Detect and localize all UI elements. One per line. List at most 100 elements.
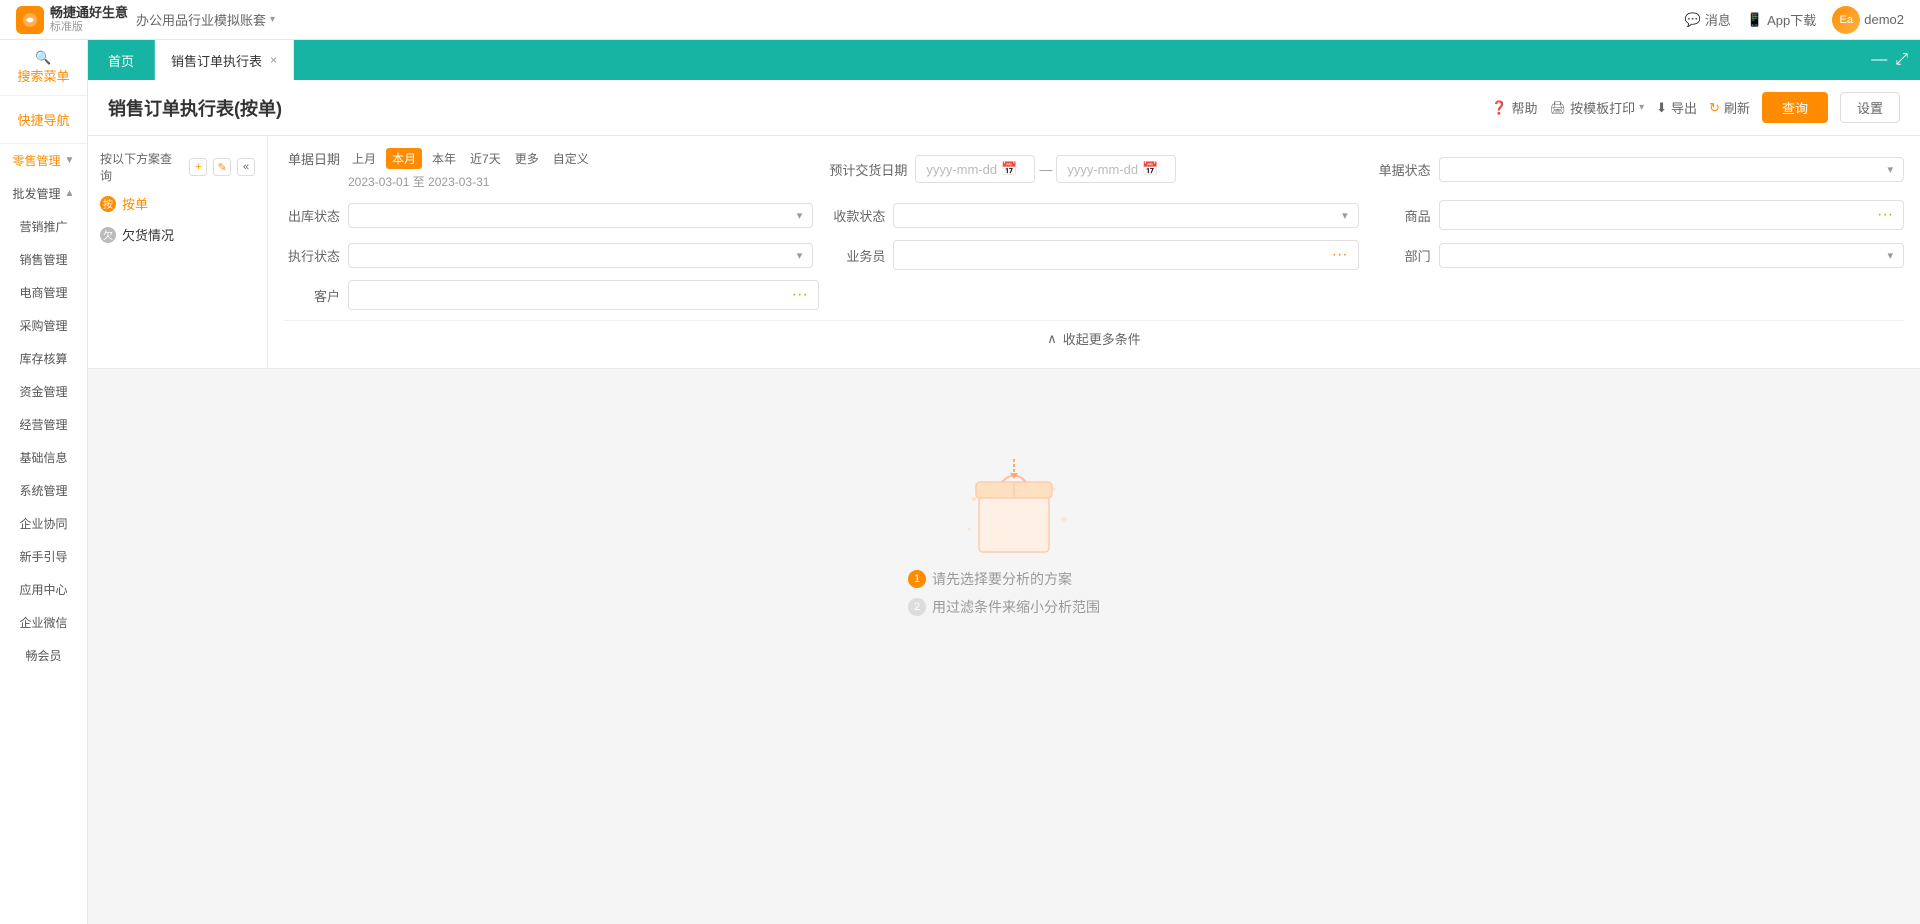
edit-scheme-button[interactable]: ✎ [213, 158, 231, 176]
sidebar-item-wholesale[interactable]: 批发管理 ▲ [0, 177, 87, 210]
sidebar-item-inventory[interactable]: 库存核算 [0, 342, 87, 375]
bill-status-label: 单据状态 [1375, 160, 1431, 179]
settings-button[interactable]: 设置 [1840, 92, 1900, 123]
search-label: 搜索菜单 [8, 66, 79, 85]
expected-date-control[interactable]: yyyy-mm-dd 📅 — yyyy-mm-dd 📅 [915, 155, 1176, 183]
sidebar-item-finance-label: 资金管理 [19, 383, 67, 400]
sidebar-quick-nav-title[interactable]: 快捷导航 [0, 104, 87, 135]
collect-status-label: 收款状态 [829, 206, 885, 225]
expected-date-from-text: yyyy-mm-dd [926, 162, 997, 177]
date-range-text: 2023-03-01 至 2023-03-31 [348, 173, 489, 190]
print-button[interactable]: 🖨 按模板打印 ▾ [1550, 98, 1645, 117]
salesman-dots-icon[interactable]: ··· [1332, 246, 1348, 264]
date-tab-this-year[interactable]: 本年 [428, 148, 460, 169]
refresh-button[interactable]: ↻ 刷新 [1709, 98, 1750, 117]
customer-dots-icon[interactable]: ··· [792, 286, 808, 304]
app-download-action[interactable]: 📱 App下载 [1747, 10, 1816, 29]
expected-date-from[interactable]: yyyy-mm-dd 📅 [915, 155, 1035, 183]
sidebar-item-enterprise-collab[interactable]: 企业协同 [0, 507, 87, 540]
empty-state: 1 请先选择要分析的方案 2 用过滤条件来缩小分析范围 [88, 369, 1920, 705]
sidebar-item-enterprise-collab-label: 企业协同 [19, 515, 67, 532]
filter-row-1: 单据日期 上月 本月 本年 近7天 更多 自定义 [284, 148, 1904, 190]
export-icon: ⬇ [1656, 100, 1667, 116]
product-control[interactable]: ··· [1439, 200, 1904, 230]
user-name: demo2 [1864, 12, 1904, 27]
sidebar-item-marketing-label: 营销推广 [19, 218, 67, 235]
collect-status-control[interactable]: ▾ [893, 203, 1358, 228]
tab-active[interactable]: 销售订单执行表 × [155, 40, 294, 80]
print-chevron-icon: ▾ [1639, 102, 1644, 113]
sidebar-item-system[interactable]: 系统管理 [0, 474, 87, 507]
export-button[interactable]: ⬇ 导出 [1656, 98, 1697, 117]
tab-home[interactable]: 首页 [88, 40, 155, 80]
sidebar-search[interactable]: 🔍 搜索菜单 [0, 40, 87, 96]
filter-field-bill-status: 单据状态 ▾ [1375, 157, 1904, 182]
expected-date-to[interactable]: yyyy-mm-dd 📅 [1056, 155, 1176, 183]
main-layout: 🔍 搜索菜单 快捷导航 零售管理 ▼ 批发管理 ▲ 营销推广 销售管理 电商管理… [0, 40, 1920, 924]
scheme-item-shortage[interactable]: 欠 欠货情况 [88, 219, 267, 250]
empty-text: 1 请先选择要分析的方案 2 用过滤条件来缩小分析范围 [908, 569, 1100, 625]
refresh-label: 刷新 [1724, 98, 1750, 117]
date-tab-this-month[interactable]: 本月 [386, 148, 422, 169]
sidebar-item-sales[interactable]: 销售管理 [0, 243, 87, 276]
sidebar-item-member[interactable]: 畅会员 [0, 639, 87, 672]
empty-tip-1: 1 请先选择要分析的方案 [908, 569, 1100, 589]
scheme-label-by-order: 按单 [122, 194, 148, 213]
date-tab-more[interactable]: 更多 [511, 148, 543, 169]
bill-status-chevron-icon: ▾ [1887, 163, 1893, 176]
date-tab-custom[interactable]: 自定义 [549, 148, 593, 169]
avatar: Ea [1832, 6, 1860, 34]
salesman-control[interactable]: ··· [893, 240, 1358, 270]
sidebar-quick-nav: 快捷导航 [0, 96, 87, 144]
sidebar-item-finance[interactable]: 资金管理 [0, 375, 87, 408]
query-button[interactable]: 查询 [1762, 92, 1828, 123]
sidebar-item-beginner[interactable]: 新手引导 [0, 540, 87, 573]
customer-control[interactable]: ··· [348, 280, 819, 310]
sidebar-item-marketing[interactable]: 营销推广 [0, 210, 87, 243]
sidebar-item-sales-label: 销售管理 [19, 251, 67, 268]
date-tab-last-month[interactable]: 上月 [348, 148, 380, 169]
filter-row-4: 客户 ··· [284, 280, 1904, 310]
tab-maximize-icon[interactable]: ⤢ [1895, 51, 1908, 69]
collapse-more-button[interactable]: ∧ 收起更多条件 [284, 320, 1904, 356]
bill-status-control[interactable]: ▾ [1439, 157, 1904, 182]
sidebar-item-app-center[interactable]: 应用中心 [0, 573, 87, 606]
tab-close-icon[interactable]: × [270, 53, 277, 67]
collapse-scheme-button[interactable]: « [237, 158, 255, 176]
content-area: 首页 销售订单执行表 × — ⤢ 销售订单执行表(按单) ❓ 帮助 [88, 40, 1920, 924]
sidebar-item-purchase[interactable]: 采购管理 [0, 309, 87, 342]
sidebar-item-member-label: 畅会员 [25, 647, 61, 664]
customer-label: 客户 [284, 286, 340, 305]
sidebar-arrow-wholesale-icon: ▲ [65, 188, 75, 199]
page-header: 销售订单执行表(按单) ❓ 帮助 🖨 按模板打印 ▾ ⬇ 导出 [88, 80, 1920, 136]
sidebar-item-ecommerce[interactable]: 电商管理 [0, 276, 87, 309]
tab-minimize-icon[interactable]: — [1871, 51, 1887, 69]
sidebar-item-retail[interactable]: 零售管理 ▼ [0, 144, 87, 177]
tab-active-label: 销售订单执行表 [171, 51, 262, 70]
collapse-up-icon: ∧ [1047, 331, 1057, 347]
app-name-bar[interactable]: 办公用品行业模拟账套 ▾ [136, 10, 275, 29]
dept-control[interactable]: ▾ [1439, 243, 1904, 268]
date-tab-7days[interactable]: 近7天 [466, 148, 505, 169]
sidebar-item-operations[interactable]: 经营管理 [0, 408, 87, 441]
search-icon: 🔍 [8, 50, 79, 66]
scheme-item-by-order[interactable]: 按 按单 [88, 188, 267, 219]
user-area[interactable]: Ea demo2 [1832, 6, 1904, 34]
refresh-icon: ↻ [1709, 100, 1720, 116]
out-status-control[interactable]: ▾ [348, 203, 813, 228]
sidebar-item-inventory-label: 库存核算 [19, 350, 67, 367]
sidebar: 🔍 搜索菜单 快捷导航 零售管理 ▼ 批发管理 ▲ 营销推广 销售管理 电商管理… [0, 40, 88, 924]
header-left: 畅捷通好生意 标准版 办公用品行业模拟账套 ▾ [16, 5, 275, 34]
page-actions: ❓ 帮助 🖨 按模板打印 ▾ ⬇ 导出 ↻ 刷新 [1491, 92, 1900, 123]
sidebar-item-basic-info-label: 基础信息 [19, 449, 67, 466]
app-name-chevron-icon[interactable]: ▾ [270, 14, 275, 25]
sidebar-item-wechat[interactable]: 企业微信 [0, 606, 87, 639]
help-button[interactable]: ❓ 帮助 [1491, 98, 1537, 117]
sidebar-item-basic-info[interactable]: 基础信息 [0, 441, 87, 474]
app-download-icon: 📱 [1747, 12, 1763, 28]
add-scheme-button[interactable]: + [189, 158, 207, 176]
message-action[interactable]: 💬 消息 [1685, 10, 1731, 29]
header-right: 💬 消息 📱 App下载 Ea demo2 [1685, 6, 1904, 34]
exec-status-control[interactable]: ▾ [348, 243, 813, 268]
product-dots-icon[interactable]: ··· [1877, 206, 1893, 224]
